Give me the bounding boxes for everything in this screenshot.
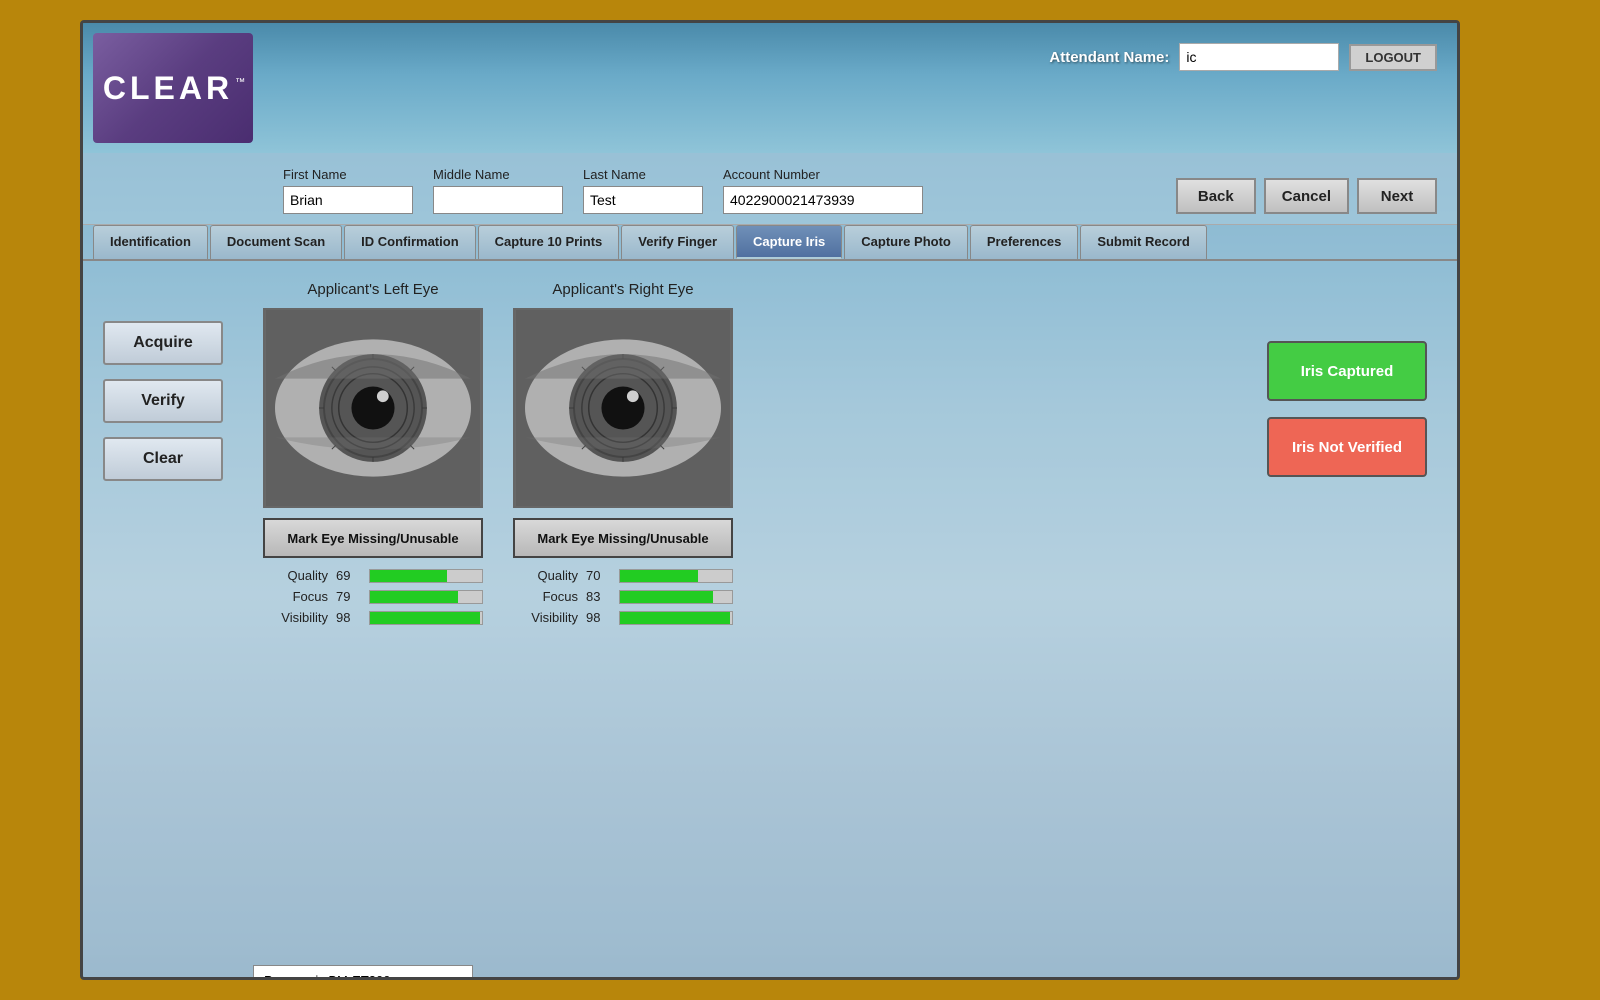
attendant-input[interactable] — [1179, 43, 1339, 71]
right-eye-metrics: Quality 70 Focus 83 Visibi — [513, 568, 733, 631]
right-visibility-row: Visibility 98 — [513, 610, 733, 625]
logout-button[interactable]: LOGOUT — [1349, 44, 1437, 71]
right-eye-panel: Applicant's Right Eye — [513, 281, 733, 935]
dropdown-area: Panasonic BM-ET300 — [83, 955, 1457, 980]
right-visibility-bar-bg — [619, 611, 733, 625]
tab-submit-record[interactable]: Submit Record — [1080, 225, 1206, 259]
left-focus-row: Focus 79 — [263, 589, 483, 604]
iris-captured-status: Iris Captured — [1267, 341, 1427, 401]
right-quality-row: Quality 70 — [513, 568, 733, 583]
acquire-button[interactable]: Acquire — [103, 321, 223, 365]
left-eye-title: Applicant's Left Eye — [307, 281, 438, 298]
last-name-input[interactable] — [583, 186, 703, 214]
right-eye-title: Applicant's Right Eye — [552, 281, 693, 298]
middle-name-group: Middle Name — [433, 167, 563, 214]
left-panel: Acquire Verify Clear — [103, 281, 243, 935]
device-select[interactable]: Panasonic BM-ET300 — [253, 965, 473, 980]
logo-text: CLEAR — [103, 70, 233, 106]
iris-not-verified-status: Iris Not Verified — [1267, 417, 1427, 477]
left-visibility-bar-bg — [369, 611, 483, 625]
account-number-input[interactable] — [723, 186, 923, 214]
right-panel: Iris Captured Iris Not Verified — [1267, 281, 1437, 935]
tab-capture-photo[interactable]: Capture Photo — [844, 225, 968, 259]
left-visibility-bar-fill — [370, 612, 480, 624]
attendant-area: Attendant Name: LOGOUT — [1049, 43, 1437, 71]
right-focus-bar-bg — [619, 590, 733, 604]
attendant-label: Attendant Name: — [1049, 49, 1169, 66]
first-name-input[interactable] — [283, 186, 413, 214]
tab-identification[interactable]: Identification — [93, 225, 208, 259]
first-name-label: First Name — [283, 167, 413, 182]
right-focus-row: Focus 83 — [513, 589, 733, 604]
last-name-label: Last Name — [583, 167, 703, 182]
left-focus-bar-bg — [369, 590, 483, 604]
next-button[interactable]: Next — [1357, 178, 1437, 214]
right-quality-bar-bg — [619, 569, 733, 583]
right-focus-bar-fill — [620, 591, 713, 603]
left-visibility-value: 98 — [336, 610, 361, 625]
left-visibility-label: Visibility — [263, 610, 328, 625]
middle-name-input[interactable] — [433, 186, 563, 214]
left-eye-panel: Applicant's Left Eye — [263, 281, 483, 935]
right-focus-label: Focus — [513, 589, 578, 604]
main-screen: CLEAR™ Attendant Name: LOGOUT First Name… — [80, 20, 1460, 980]
left-visibility-row: Visibility 98 — [263, 610, 483, 625]
last-name-group: Last Name — [583, 167, 703, 214]
left-focus-label: Focus — [263, 589, 328, 604]
tab-capture-10-prints[interactable]: Capture 10 Prints — [478, 225, 620, 259]
right-quality-bar-fill — [620, 570, 698, 582]
right-visibility-value: 98 — [586, 610, 611, 625]
left-eye-metrics: Quality 69 Focus 79 Visibi — [263, 568, 483, 631]
right-quality-label: Quality — [513, 568, 578, 583]
tab-preferences[interactable]: Preferences — [970, 225, 1078, 259]
tab-verify-finger[interactable]: Verify Finger — [621, 225, 734, 259]
tab-document-scan[interactable]: Document Scan — [210, 225, 342, 259]
account-number-label: Account Number — [723, 167, 923, 182]
right-visibility-bar-fill — [620, 612, 730, 624]
left-quality-label: Quality — [263, 568, 328, 583]
logo-trademark: ™ — [235, 77, 245, 88]
middle-name-label: Middle Name — [433, 167, 563, 182]
left-focus-bar-fill — [370, 591, 458, 603]
nav-buttons: Back Cancel Next — [1176, 178, 1437, 214]
clear-button[interactable]: Clear — [103, 437, 223, 481]
tabs: Identification Document Scan ID Confirma… — [83, 225, 1457, 261]
logo: CLEAR™ — [103, 70, 243, 107]
main-content: Acquire Verify Clear Applicant's Left Ey… — [83, 261, 1457, 955]
header: CLEAR™ Attendant Name: LOGOUT — [83, 23, 1457, 153]
left-focus-value: 79 — [336, 589, 361, 604]
left-eye-mark-button[interactable]: Mark Eye Missing/Unusable — [263, 518, 483, 558]
cancel-button[interactable]: Cancel — [1264, 178, 1349, 214]
right-quality-value: 70 — [586, 568, 611, 583]
right-visibility-label: Visibility — [513, 610, 578, 625]
right-focus-value: 83 — [586, 589, 611, 604]
left-quality-value: 69 — [336, 568, 361, 583]
back-button[interactable]: Back — [1176, 178, 1256, 214]
form-area: First Name Middle Name Last Name Account… — [83, 153, 1457, 225]
right-eye-mark-button[interactable]: Mark Eye Missing/Unusable — [513, 518, 733, 558]
verify-button[interactable]: Verify — [103, 379, 223, 423]
left-eye-image — [263, 308, 483, 508]
tab-id-confirmation[interactable]: ID Confirmation — [344, 225, 476, 259]
left-quality-row: Quality 69 — [263, 568, 483, 583]
account-number-group: Account Number — [723, 167, 923, 214]
logo-box: CLEAR™ — [93, 33, 253, 143]
left-quality-bar-fill — [370, 570, 447, 582]
first-name-group: First Name — [283, 167, 413, 214]
eyes-container: Applicant's Left Eye — [263, 281, 1247, 935]
right-eye-image — [513, 308, 733, 508]
tab-capture-iris[interactable]: Capture Iris — [736, 225, 842, 259]
left-quality-bar-bg — [369, 569, 483, 583]
